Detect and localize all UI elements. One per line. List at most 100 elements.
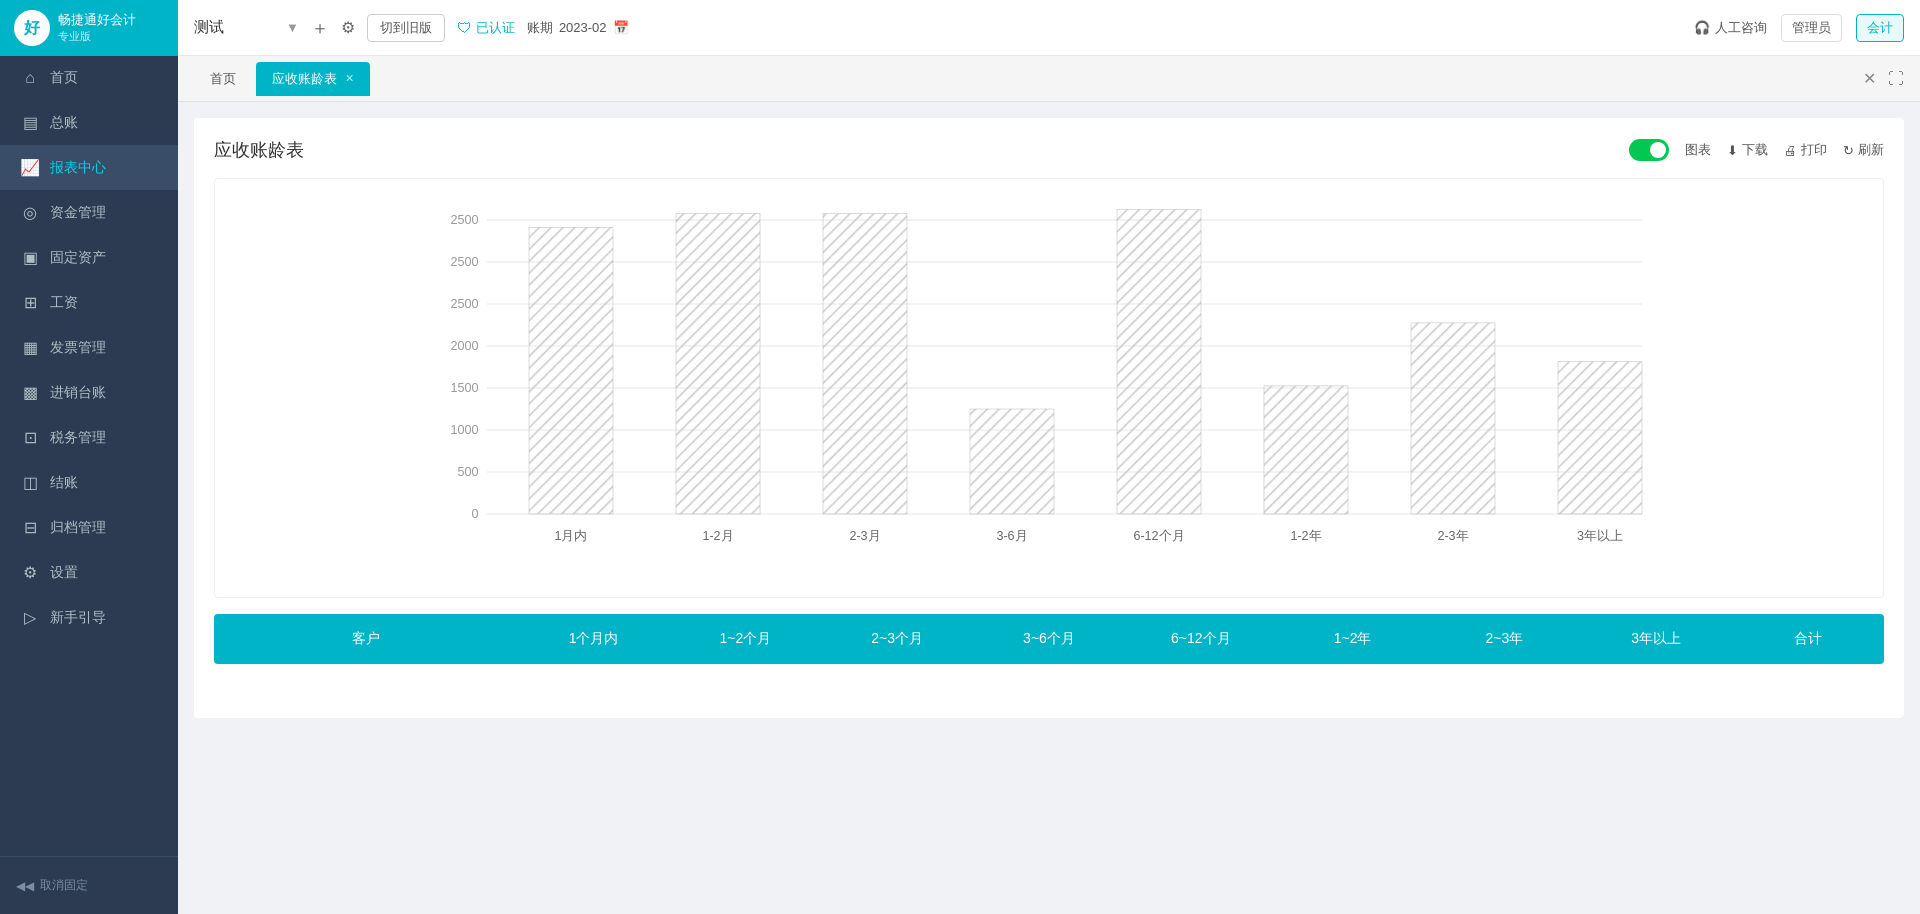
logo-icon: 好	[14, 10, 50, 46]
page-card: 应收账龄表 图表 ⬇ 下载 🖨 打印 ↻ 刷新	[194, 118, 1904, 718]
sidebar-label-home: 首页	[50, 69, 78, 87]
svg-text:3-6月: 3-6月	[996, 529, 1027, 543]
sidebar-item-funds[interactable]: ◎ 资金管理	[0, 190, 178, 235]
company-dropdown-icon[interactable]: ▼	[286, 20, 299, 35]
period-label: 账期	[527, 19, 553, 37]
logo-text: 畅捷通好会计 专业版	[58, 12, 136, 43]
switch-version-button[interactable]: 切到旧版	[367, 14, 445, 42]
sidebar-label-reports: 报表中心	[50, 159, 106, 177]
sidebar-item-guide[interactable]: ▷ 新手引导	[0, 595, 178, 640]
accountant-button[interactable]: 会计	[1856, 14, 1904, 42]
refresh-button[interactable]: ↻ 刷新	[1843, 141, 1884, 159]
print-button[interactable]: 🖨 打印	[1784, 141, 1827, 159]
col-3year-plus: 3年以上	[1580, 614, 1732, 664]
svg-text:500: 500	[458, 465, 479, 479]
certified-badge: 🛡 已认证	[457, 19, 515, 37]
col-total: 合计	[1732, 614, 1884, 664]
col-1-2month: 1~2个月	[669, 614, 821, 664]
assets-icon: ▣	[20, 248, 40, 267]
calendar-icon[interactable]: 📅	[613, 20, 629, 35]
headset-icon: 🎧	[1694, 20, 1710, 35]
download-button[interactable]: ⬇ 下载	[1727, 141, 1768, 159]
bar-6-12month	[1117, 210, 1201, 515]
col-1month: 1个月内	[518, 614, 670, 664]
add-company-button[interactable]: ＋	[311, 16, 329, 40]
user-button[interactable]: 管理员	[1781, 14, 1842, 42]
sidebar-label-settings: 设置	[50, 564, 78, 582]
bar-1-2year	[1264, 386, 1348, 514]
sidebar-nav: ⌂ 首页 ▤ 总账 📈 报表中心 ◎ 资金管理 ▣ 固定资产 ⊞ 工资 ▦ 发票…	[0, 56, 178, 856]
company-settings-icon[interactable]: ⚙	[341, 18, 355, 37]
tab-receivable-aging[interactable]: 应收账龄表 ✕	[256, 62, 370, 96]
col-6-12month: 6~12个月	[1125, 614, 1277, 664]
cancel-fixed-btn[interactable]: ◀◀ 取消固定	[0, 867, 178, 904]
tab-home[interactable]: 首页	[194, 62, 252, 96]
cancel-fixed-label: 取消固定	[40, 877, 88, 894]
svg-text:1-2年: 1-2年	[1290, 529, 1321, 543]
bar-3year-plus	[1558, 362, 1642, 514]
bar-chart: 2500 2500 2500 2000 1500 1000 500 0	[245, 199, 1863, 577]
svg-text:0: 0	[472, 507, 479, 521]
svg-text:6-12个月: 6-12个月	[1133, 529, 1184, 543]
sidebar-label-ledger: 总账	[50, 114, 78, 132]
app-name: 畅捷通好会计	[58, 12, 136, 29]
inventory-icon: ▩	[20, 383, 40, 402]
guide-icon: ▷	[20, 608, 40, 627]
cancel-fixed-icon: ◀◀	[16, 879, 34, 893]
svg-text:2-3月: 2-3月	[849, 529, 880, 543]
tab-close-all-icon[interactable]: ✕	[1863, 69, 1876, 88]
sidebar-item-invoices[interactable]: ▦ 发票管理	[0, 325, 178, 370]
sidebar-item-home[interactable]: ⌂ 首页	[0, 56, 178, 100]
sidebar-item-inventory[interactable]: ▩ 进销台账	[0, 370, 178, 415]
refresh-icon: ↻	[1843, 143, 1854, 158]
toggle-label: 图表	[1685, 141, 1711, 159]
sidebar-item-assets[interactable]: ▣ 固定资产	[0, 235, 178, 280]
tab-active-label: 应收账龄表	[272, 70, 337, 88]
main-content: 应收账龄表 图表 ⬇ 下载 🖨 打印 ↻ 刷新	[178, 102, 1920, 914]
page-actions: 图表 ⬇ 下载 🖨 打印 ↻ 刷新	[1629, 139, 1884, 161]
certified-label: 已认证	[476, 19, 515, 37]
sidebar-item-ledger[interactable]: ▤ 总账	[0, 100, 178, 145]
sidebar-label-invoices: 发票管理	[50, 339, 106, 357]
settle-icon: ◫	[20, 473, 40, 492]
svg-text:2000: 2000	[451, 339, 479, 353]
topbar: 测试 ▼ ＋ ⚙ 切到旧版 🛡 已认证 账期 2023-02 📅 🎧 人工咨询 …	[178, 0, 1920, 56]
print-icon: 🖨	[1784, 143, 1797, 158]
download-icon: ⬇	[1727, 143, 1738, 158]
tab-expand-icon[interactable]: ⛶	[1888, 70, 1904, 88]
sidebar-item-tax[interactable]: ⊡ 税务管理	[0, 415, 178, 460]
archive-icon: ⊟	[20, 518, 40, 537]
settings-icon: ⚙	[20, 563, 40, 582]
svg-text:2-3年: 2-3年	[1437, 529, 1468, 543]
sidebar-item-settings[interactable]: ⚙ 设置	[0, 550, 178, 595]
sidebar-item-wages[interactable]: ⊞ 工资	[0, 280, 178, 325]
svg-text:3年以上: 3年以上	[1577, 529, 1623, 543]
sidebar-item-archive[interactable]: ⊟ 归档管理	[0, 505, 178, 550]
page-header: 应收账龄表 图表 ⬇ 下载 🖨 打印 ↻ 刷新	[214, 138, 1884, 162]
sidebar-label-archive: 归档管理	[50, 519, 106, 537]
print-label: 打印	[1801, 141, 1827, 159]
app-logo: 好 畅捷通好会计 专业版	[0, 0, 178, 56]
sidebar-label-inventory: 进销台账	[50, 384, 106, 402]
sidebar-label-assets: 固定资产	[50, 249, 106, 267]
app-edition: 专业版	[58, 29, 136, 43]
bar-1-2month	[676, 214, 760, 514]
tab-close-icon[interactable]: ✕	[345, 72, 354, 85]
company-name: 测试	[194, 18, 274, 37]
table-header: 客户 1个月内 1~2个月 2~3个月 3~6个月 6~12个月 1~2年 2~…	[214, 614, 1884, 664]
consult-button[interactable]: 🎧 人工咨询	[1694, 19, 1767, 37]
svg-text:1-2月: 1-2月	[702, 529, 733, 543]
col-1-2year: 1~2年	[1277, 614, 1429, 664]
sidebar-item-settle[interactable]: ◫ 结账	[0, 460, 178, 505]
svg-text:2500: 2500	[451, 213, 479, 227]
tax-icon: ⊡	[20, 428, 40, 447]
main-area: 测试 ▼ ＋ ⚙ 切到旧版 🛡 已认证 账期 2023-02 📅 🎧 人工咨询 …	[178, 0, 1920, 914]
tabbar: 首页 应收账龄表 ✕ ✕ ⛶	[178, 56, 1920, 102]
chart-toggle[interactable]	[1629, 139, 1669, 161]
bar-2-3month	[823, 214, 907, 514]
sidebar-label-guide: 新手引导	[50, 609, 106, 627]
wages-icon: ⊞	[20, 293, 40, 312]
svg-text:1000: 1000	[451, 423, 479, 437]
sidebar: 好 畅捷通好会计 专业版 ⌂ 首页 ▤ 总账 📈 报表中心 ◎ 资金管理 ▣ 固…	[0, 0, 178, 914]
sidebar-item-reports[interactable]: 📈 报表中心	[0, 145, 178, 190]
